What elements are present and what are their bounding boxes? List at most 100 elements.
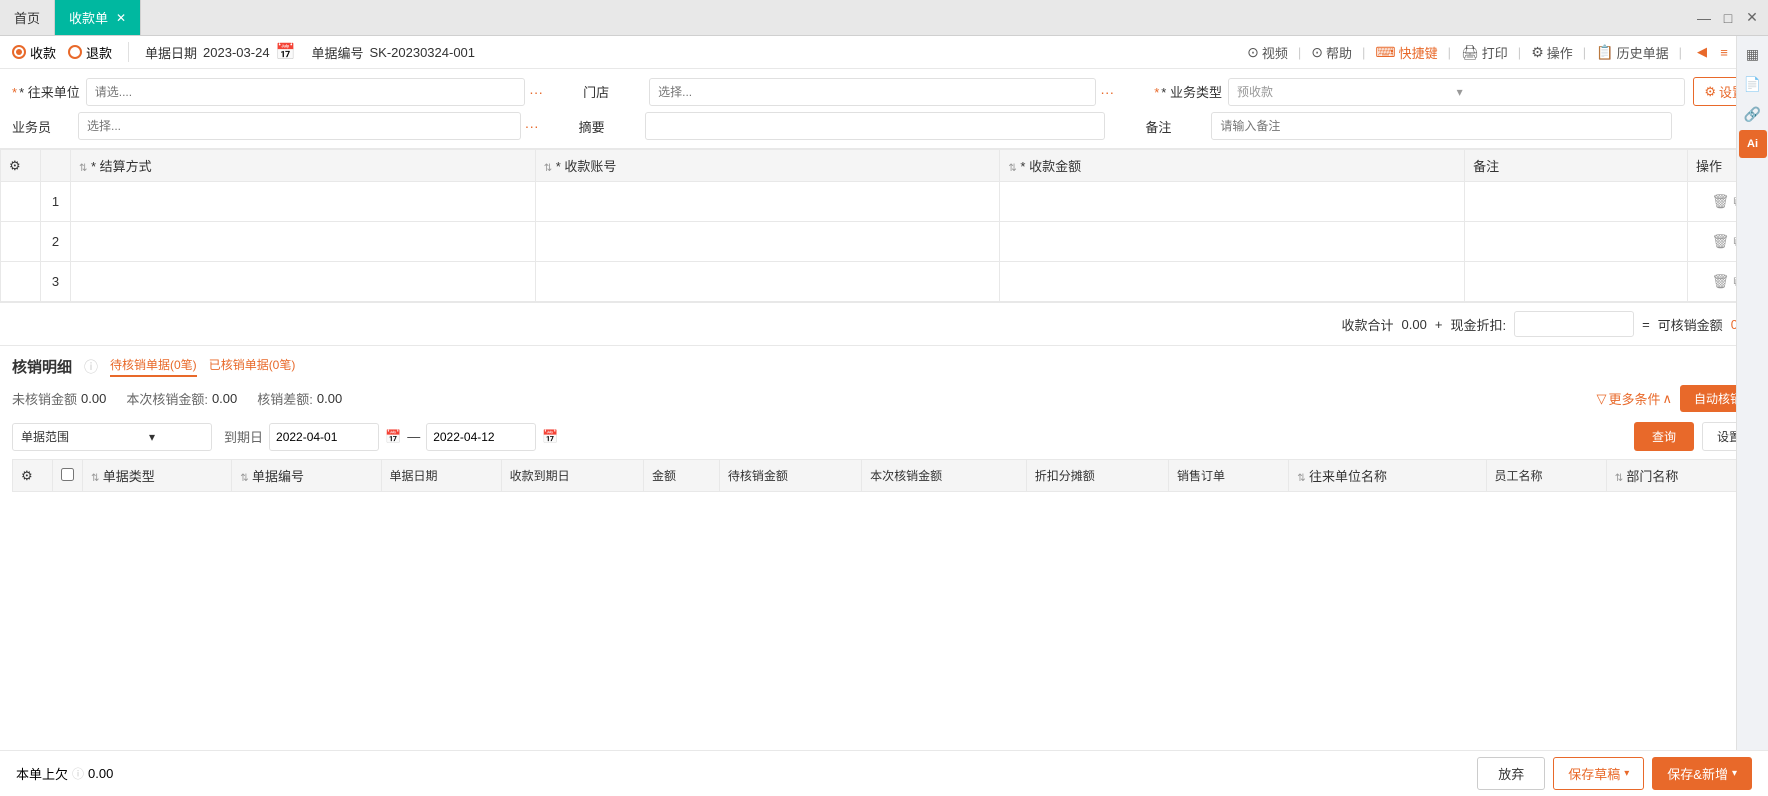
range-separator: — xyxy=(407,429,420,444)
row2-note[interactable] xyxy=(1465,222,1688,262)
counterparty-input[interactable] xyxy=(86,78,525,106)
receipt-radio[interactable]: 收款 xyxy=(12,43,56,62)
refund-radio[interactable]: 退款 xyxy=(68,43,112,62)
vth-bill-date: 单据日期 xyxy=(381,460,501,492)
due-date-label: 到期日 xyxy=(224,427,263,446)
vth-dept: ⇅ 部门名称 xyxy=(1606,460,1755,492)
vth-check[interactable] xyxy=(53,460,83,492)
row3-amount[interactable] xyxy=(1000,262,1465,302)
due-date-end-input[interactable] xyxy=(426,423,536,451)
help-icon: ⊙ xyxy=(1311,44,1323,61)
prev-info-icon[interactable]: ⓘ xyxy=(72,765,84,782)
refund-radio-label: 退款 xyxy=(86,43,112,62)
maximize-button[interactable]: □ xyxy=(1720,10,1736,26)
help-label: 帮助 xyxy=(1326,43,1352,62)
discount-input[interactable] xyxy=(1514,311,1634,337)
table-header-row: ⚙ ⇅ * 结算方式 ⇅ * 收款账号 ⇅ * 收款金额 备 xyxy=(1,150,1768,182)
row2-account[interactable] xyxy=(535,222,1000,262)
remark-input[interactable] xyxy=(1211,112,1672,140)
sidebar-ai-icon[interactable]: Ai xyxy=(1739,130,1767,158)
row2-amount[interactable] xyxy=(1000,222,1465,262)
row1-account[interactable] xyxy=(535,182,1000,222)
row3-delete-icon[interactable]: 🗑 xyxy=(1712,273,1730,290)
vth-amount: 金额 xyxy=(644,460,720,492)
row3-note[interactable] xyxy=(1465,262,1688,302)
store-label: 门店 xyxy=(583,82,643,101)
draft-button[interactable]: 保存草稿 ▾ xyxy=(1553,757,1644,790)
sidebar-table-icon[interactable]: ▦ xyxy=(1739,40,1767,68)
row2-delete-icon[interactable]: 🗑 xyxy=(1712,233,1730,250)
vth-gear-icon: ⚙ xyxy=(21,468,33,483)
row3-settlement[interactable] xyxy=(71,262,536,302)
diff-label: 核销差额: xyxy=(257,389,313,408)
calendar-start-icon[interactable]: 📅 xyxy=(385,429,401,445)
verify-filter-row: 单据范围 ▾ 到期日 📅 — 📅 查询 设置 xyxy=(12,422,1756,451)
summary-input[interactable] xyxy=(645,112,1106,140)
shortcut-action[interactable]: ⌨ 快捷键 xyxy=(1375,43,1437,62)
store-more-icon[interactable]: ··· xyxy=(1100,84,1114,100)
footer-buttons: 放弃 保存草稿 ▾ 保存&新增 ▾ xyxy=(1477,757,1752,790)
verify-table-header: ⚙ ⇅ 单据类型 ⇅ 单据编号 单据日期 收款到期日 金额 xyxy=(13,460,1756,492)
verify-table: ⚙ ⇅ 单据类型 ⇅ 单据编号 单据日期 收款到期日 金额 xyxy=(12,459,1756,492)
calendar-end-icon[interactable]: 📅 xyxy=(542,429,558,445)
scope-select[interactable]: 单据范围 ▾ xyxy=(12,423,212,451)
receipt-type-group: 收款 退款 xyxy=(12,43,112,62)
table-row: 3 🗑 ⧉ xyxy=(1,262,1768,302)
available-label: 可核销金额 xyxy=(1658,315,1723,334)
biz-type-value: 预收款 xyxy=(1237,83,1457,100)
biz-type-arrow: ▾ xyxy=(1457,85,1677,99)
abandon-button[interactable]: 放弃 xyxy=(1477,757,1545,790)
close-button[interactable]: ✕ xyxy=(1744,10,1760,26)
row1-settlement[interactable] xyxy=(71,182,536,222)
help-action[interactable]: ⊙ 帮助 xyxy=(1311,43,1352,62)
print-action[interactable]: 🖨 打印 xyxy=(1461,43,1508,62)
staff-input[interactable] xyxy=(78,112,521,140)
select-all-checkbox[interactable] xyxy=(61,468,74,481)
staff-more-icon[interactable]: ··· xyxy=(525,118,539,134)
list-view-icon[interactable]: ≡ xyxy=(1714,42,1734,62)
more-conditions-btn[interactable]: ▽ 更多条件 ∧ xyxy=(1596,389,1672,408)
verify-section: 核销明细 ⓘ 待核销单据(0笔) 已核销单据(0笔) 未核销金额 0.00 本次… xyxy=(0,346,1768,796)
staff-label: 业务员 xyxy=(12,117,72,136)
biz-type-select[interactable]: 预收款 ▾ xyxy=(1228,78,1685,106)
pending-tab[interactable]: 待核销单据(0笔) xyxy=(110,356,197,377)
th-settings[interactable]: ⚙ xyxy=(1,150,41,182)
store-input[interactable] xyxy=(649,78,1096,106)
sidebar-doc-icon[interactable]: 📄 xyxy=(1739,70,1767,98)
tab-close-icon[interactable]: ✕ xyxy=(116,11,126,25)
calendar-icon[interactable]: 📅 xyxy=(276,42,296,62)
operation-action[interactable]: ⚙ 操作 xyxy=(1531,43,1573,62)
video-action[interactable]: ⊙ 视频 xyxy=(1247,43,1288,62)
query-button[interactable]: 查询 xyxy=(1634,422,1694,451)
done-tab[interactable]: 已核销单据(0笔) xyxy=(209,356,296,377)
row1-note[interactable] xyxy=(1465,182,1688,222)
row1-amount[interactable] xyxy=(1000,182,1465,222)
row2-settlement[interactable] xyxy=(71,222,536,262)
sidebar-link-icon[interactable]: 🔗 xyxy=(1739,100,1767,128)
history-action[interactable]: 📋 历史单据 xyxy=(1596,43,1668,62)
receipt-table-section: ⚙ ⇅ * 结算方式 ⇅ * 收款账号 ⇅ * 收款金额 备 xyxy=(0,149,1768,303)
row3-account[interactable] xyxy=(535,262,1000,302)
prev-info: 本单上欠 ⓘ 0.00 xyxy=(16,764,113,783)
print-label: 打印 xyxy=(1482,43,1508,62)
save-new-button[interactable]: 保存&新增 ▾ xyxy=(1652,757,1752,790)
vth-bill-type: ⇅ 单据类型 xyxy=(83,460,232,492)
toolbar: 收款 退款 单据日期 2023-03-24 📅 单据编号 SK-20230324… xyxy=(0,36,1768,69)
no-value: SK-20230324-001 xyxy=(369,45,475,60)
vth-settings[interactable]: ⚙ xyxy=(13,460,53,492)
total-label: 收款合计 xyxy=(1342,315,1394,334)
receipt-radio-circle xyxy=(12,45,26,59)
th-settlement: ⇅ * 结算方式 xyxy=(71,150,536,182)
tab-home[interactable]: 首页 xyxy=(0,0,55,35)
total-value: 0.00 xyxy=(1402,317,1427,332)
date-label: 单据日期 xyxy=(145,43,197,62)
prev-view-icon[interactable]: ◀ xyxy=(1692,42,1712,62)
minimize-button[interactable]: — xyxy=(1696,10,1712,26)
verify-info-icon[interactable]: ⓘ xyxy=(84,357,98,377)
counterparty-more-icon[interactable]: ··· xyxy=(529,84,543,100)
due-date-start-input[interactable] xyxy=(269,423,379,451)
right-sidebar: ▦ 📄 🔗 Ai xyxy=(1736,36,1768,750)
tab-receipt[interactable]: 收款单 ✕ xyxy=(55,0,141,35)
scope-arrow: ▾ xyxy=(149,430,203,444)
row1-delete-icon[interactable]: 🗑 xyxy=(1712,193,1730,210)
